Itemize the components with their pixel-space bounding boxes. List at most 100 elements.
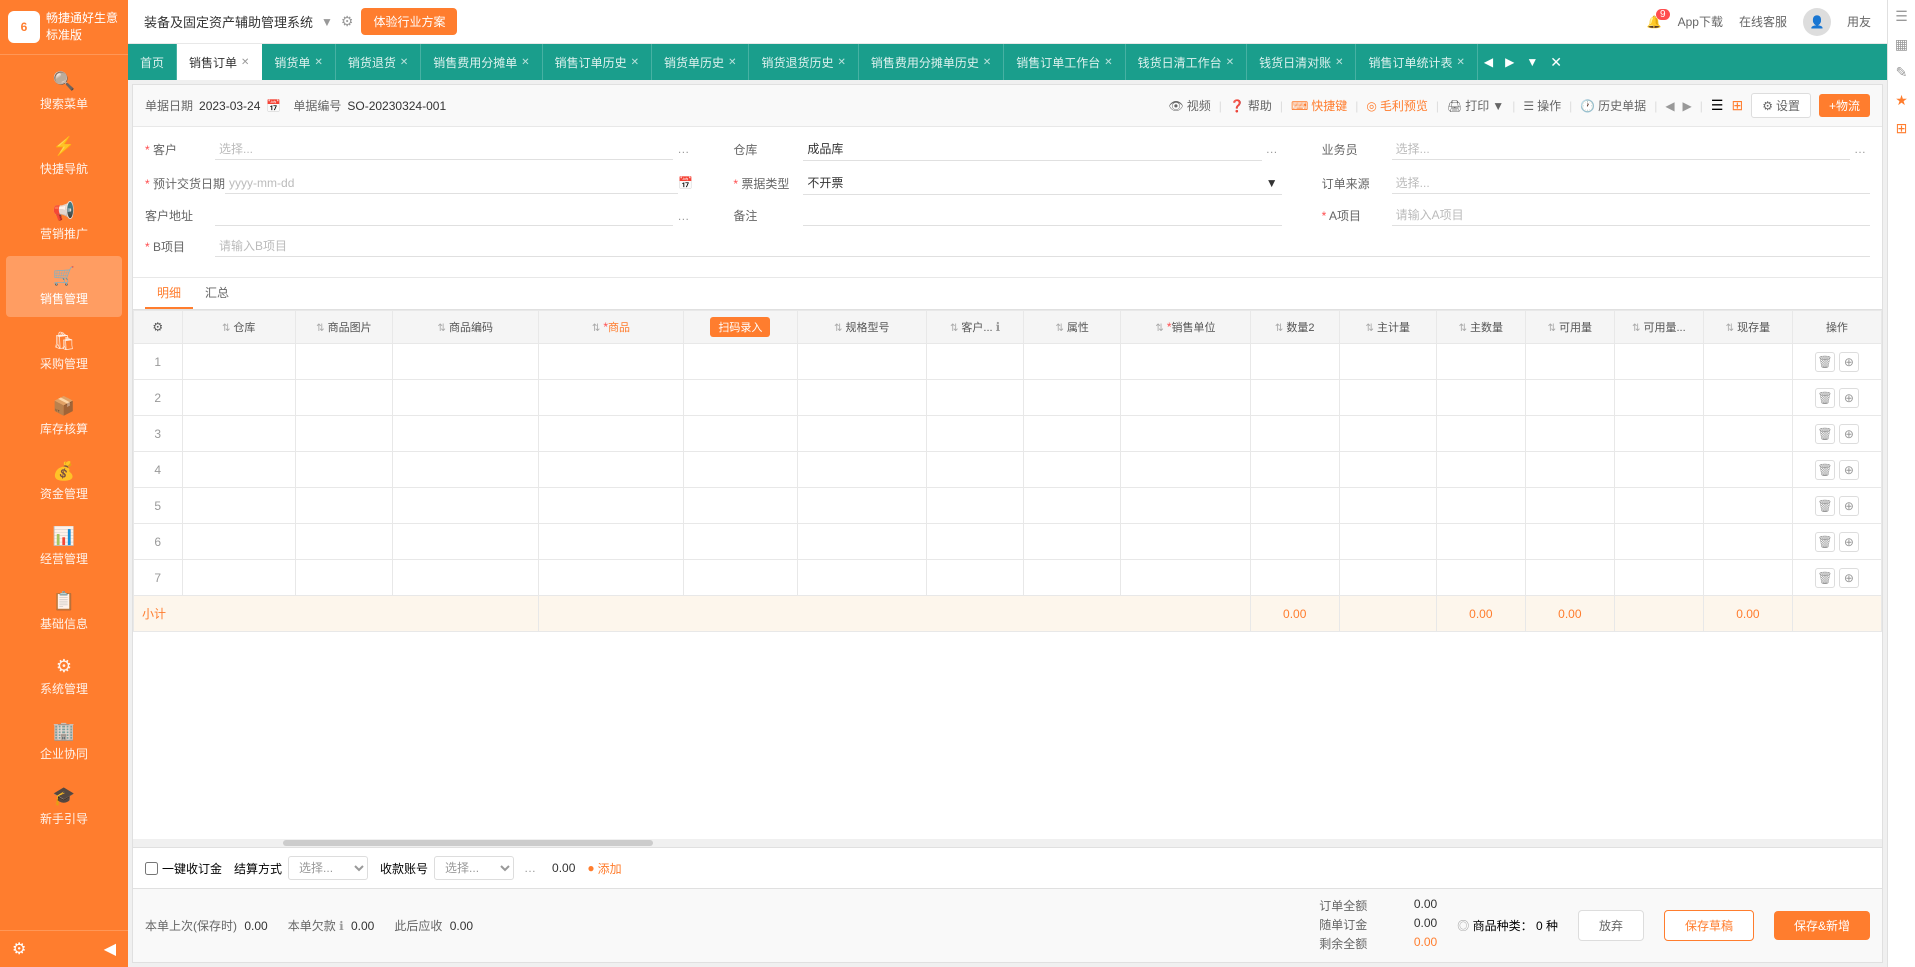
sidebar-item-search[interactable]: 🔍 搜索菜单 [6, 61, 122, 122]
sidebar-item-system[interactable]: ⚙ 系统管理 [6, 646, 122, 707]
tab-sales-return[interactable]: 销货退货 ✕ [336, 44, 421, 80]
preview-action[interactable]: 👁 视频 [1168, 97, 1210, 114]
tab-close-icon[interactable]: ✕ [1226, 57, 1234, 68]
tab-return-history[interactable]: 销货退货历史 ✕ [749, 44, 858, 80]
row-delete-btn[interactable]: 🗑 [1815, 352, 1835, 372]
sidebar-item-quicknav[interactable]: ⚡ 快捷导航 [6, 126, 122, 187]
history-action[interactable]: 🕐 历史单据 [1580, 97, 1646, 114]
right-icon-edit[interactable]: ✎ [1890, 60, 1914, 84]
tab-invoice-history[interactable]: 销货单历史 ✕ [652, 44, 749, 80]
b-project-input[interactable] [215, 236, 1870, 257]
one-click-pay-input[interactable] [145, 862, 158, 875]
right-icon-grid[interactable]: ⊞ [1890, 116, 1914, 140]
tab-close-icon[interactable]: ✕ [521, 57, 529, 68]
tab-order-workbench[interactable]: 销售订单工作台 ✕ [1004, 44, 1125, 80]
profit-action[interactable]: ◎ 毛利预览 [1366, 97, 1428, 114]
shortcut-action[interactable]: ⌨ 快捷键 [1291, 97, 1347, 114]
row-copy-btn[interactable]: ⊕ [1839, 496, 1859, 516]
add-button[interactable]: ● 添加 [587, 860, 621, 877]
tab-daily-reconcile[interactable]: 钱货日清对账 ✕ [1247, 44, 1356, 80]
save-draft-button[interactable]: 保存草稿 [1664, 910, 1754, 941]
address-more-icon[interactable]: … [673, 209, 693, 223]
gear-icon[interactable]: ⚙ [152, 320, 163, 334]
detail-tab-summary[interactable]: 汇总 [193, 278, 241, 309]
invoice-type-select[interactable]: 不开票 ▼ [803, 171, 1281, 195]
tab-home[interactable]: 首页 [128, 44, 177, 80]
help-action[interactable]: ❓ 帮助 [1230, 97, 1272, 114]
row-delete-btn[interactable]: 🗑 [1815, 424, 1835, 444]
tab-close-all-btn[interactable]: ✕ [1544, 44, 1568, 80]
tab-close-icon[interactable]: ✕ [1335, 57, 1343, 68]
gear-settings-icon[interactable]: ⚙ [341, 13, 354, 30]
sidebar-item-enterprise[interactable]: 🏢 企业协同 [6, 711, 122, 772]
sidebar-item-sales[interactable]: 🛒 销售管理 [6, 256, 122, 317]
tab-order-history[interactable]: 销售订单历史 ✕ [543, 44, 652, 80]
solution-btn[interactable]: 体验行业方案 [361, 8, 457, 35]
tab-close-icon[interactable]: ✕ [983, 57, 991, 68]
tab-more-btn[interactable]: ▼ [1520, 44, 1544, 80]
customer-input[interactable] [215, 139, 673, 160]
note-input[interactable] [803, 205, 1281, 226]
operate-action[interactable]: ☰ 操作 [1523, 97, 1561, 114]
user-avatar[interactable]: 👤 [1803, 8, 1831, 36]
calendar-icon[interactable]: 📅 [266, 99, 281, 113]
add-row-button[interactable]: +物流 [1819, 94, 1870, 117]
tab-close-icon[interactable]: ✕ [1104, 57, 1112, 68]
print-dropdown-icon[interactable]: ▼ [1492, 99, 1504, 113]
sidebar-item-guide[interactable]: 🎓 新手引导 [6, 776, 122, 837]
settings-gear-icon[interactable]: ⚙ [12, 939, 26, 959]
row-copy-btn[interactable]: ⊕ [1839, 352, 1859, 372]
sidebar-item-finance[interactable]: 💰 资金管理 [6, 451, 122, 512]
tab-sales-order[interactable]: 销售订单 ✕ [177, 44, 262, 80]
order-source-input[interactable] [1392, 173, 1870, 194]
collapse-icon[interactable]: ◀ [104, 939, 116, 959]
sidebar-item-purchase[interactable]: 🛍 采购管理 [6, 321, 122, 382]
right-icon-columns[interactable]: ▦ [1890, 32, 1914, 56]
date-picker-icon[interactable]: 📅 [678, 176, 693, 190]
salesperson-more-icon[interactable]: … [1850, 142, 1870, 156]
tab-sales-invoice[interactable]: 销货单 ✕ [262, 44, 335, 80]
tab-close-icon[interactable]: ✕ [728, 57, 736, 68]
row-copy-btn[interactable]: ⊕ [1839, 424, 1859, 444]
tab-close-icon[interactable]: ✕ [400, 57, 408, 68]
row-copy-btn[interactable]: ⊕ [1839, 388, 1859, 408]
warehouse-value[interactable]: 成品库 [803, 137, 1261, 161]
layout-list-icon[interactable]: ☰ [1711, 97, 1724, 114]
salesperson-input[interactable] [1392, 139, 1850, 160]
app-download-link[interactable]: App下载 [1678, 13, 1723, 30]
warehouse-more-icon[interactable]: … [1262, 142, 1282, 156]
tab-close-icon[interactable]: ✕ [1457, 57, 1465, 68]
a-project-input[interactable] [1392, 205, 1870, 226]
detail-tab-detail[interactable]: 明细 [145, 278, 193, 309]
discard-button[interactable]: 放弃 [1578, 910, 1644, 941]
receipt-more-icon[interactable]: … [520, 861, 540, 875]
row-delete-btn[interactable]: 🗑 [1815, 388, 1835, 408]
expected-date-input[interactable] [225, 173, 678, 194]
sidebar-item-marketing[interactable]: 📢 营销推广 [6, 191, 122, 252]
nav-next-icon[interactable]: ▶ [1683, 99, 1692, 113]
address-input[interactable] [215, 205, 673, 226]
sidebar-item-operations[interactable]: 📊 经营管理 [6, 516, 122, 577]
sidebar-item-inventory[interactable]: 📦 库存核算 [6, 386, 122, 447]
right-icon-list[interactable]: ☰ [1890, 4, 1914, 28]
tab-close-icon[interactable]: ✕ [241, 57, 249, 68]
row-delete-btn[interactable]: 🗑 [1815, 568, 1835, 588]
tab-next-btn[interactable]: ▶ [1499, 44, 1520, 80]
tab-close-icon[interactable]: ✕ [314, 57, 322, 68]
payment-method-select[interactable]: 选择... [288, 856, 368, 880]
row-copy-btn[interactable]: ⊕ [1839, 532, 1859, 552]
tab-close-icon[interactable]: ✕ [837, 57, 845, 68]
receipt-account-select[interactable]: 选择... [434, 856, 514, 880]
notification-bell[interactable]: 🔔 9 [1647, 15, 1662, 29]
one-click-pay-checkbox[interactable]: 一键收订金 [145, 860, 222, 877]
customer-more-icon[interactable]: … [673, 142, 693, 156]
tab-daily-workbench[interactable]: 钱货日清工作台 ✕ [1126, 44, 1247, 80]
print-action[interactable]: 🖨 打印 ▼ [1447, 97, 1504, 114]
row-delete-btn[interactable]: 🗑 [1815, 460, 1835, 480]
row-copy-btn[interactable]: ⊕ [1839, 460, 1859, 480]
tab-order-statistics[interactable]: 销售订单统计表 ✕ [1356, 44, 1477, 80]
row-delete-btn[interactable]: 🗑 [1815, 532, 1835, 552]
setting-button[interactable]: ⚙ 设置 [1751, 93, 1811, 118]
scroll-thumb[interactable] [283, 840, 653, 846]
row-delete-btn[interactable]: 🗑 [1815, 496, 1835, 516]
